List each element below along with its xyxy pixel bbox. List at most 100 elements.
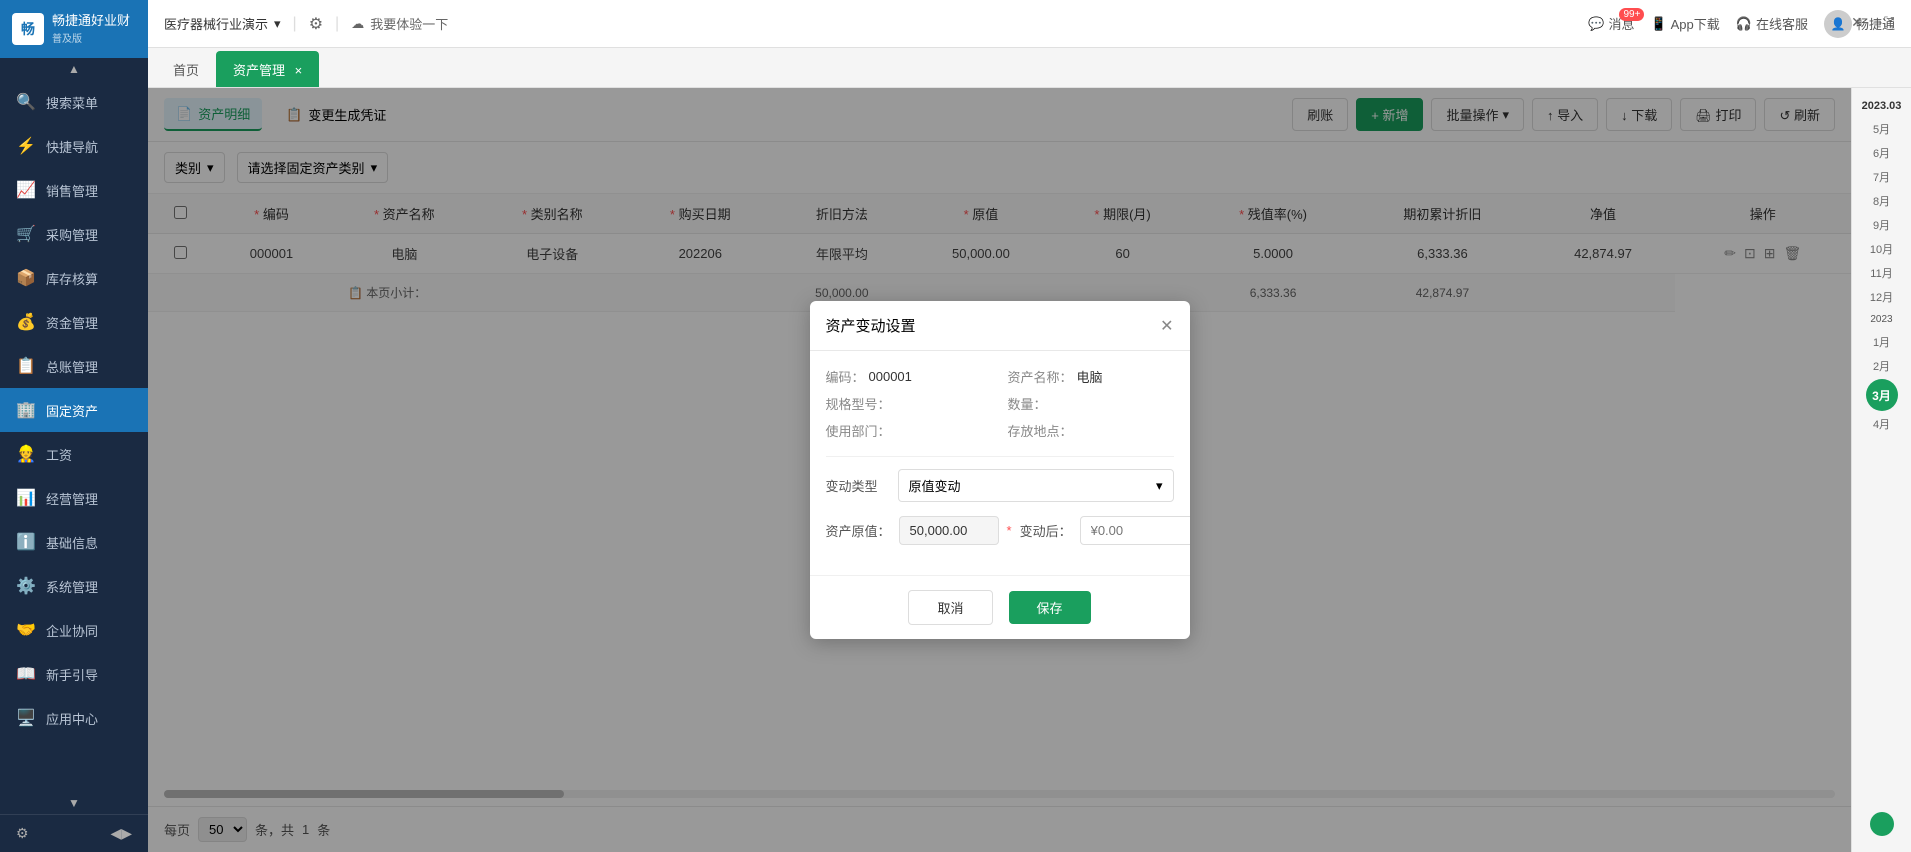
logo-icon: 畅 <box>12 13 44 45</box>
sidebar-item-label: 快捷导航 <box>46 137 98 156</box>
app-download-action[interactable]: 📱 App下载 <box>1650 14 1719 33</box>
company-selector[interactable]: 医疗器械行业演示 ▾ <box>164 14 281 33</box>
tab-close-icon[interactable]: × <box>295 63 303 78</box>
cloud-icon: ☁ <box>351 16 364 32</box>
right-calendar-panel: 2023.03 5月 6月 7月 8月 9月 10月 11月 12月 2023 … <box>1851 88 1911 852</box>
guide-icon: 📖 <box>16 664 36 684</box>
tab-home[interactable]: 首页 <box>156 51 216 87</box>
modal-location-label: 存放地点： <box>1008 421 1073 440</box>
modal-divider <box>826 456 1174 457</box>
sidebar-item-salary[interactable]: 👷 工资 <box>0 432 148 476</box>
sidebar-item-ledger[interactable]: 📋 总账管理 <box>0 344 148 388</box>
sidebar-item-sales[interactable]: 📈 销售管理 <box>0 168 148 212</box>
sidebar-item-label: 经营管理 <box>46 489 98 508</box>
sidebar-item-search[interactable]: 🔍 搜索菜单 <box>0 80 148 124</box>
cancel-button[interactable]: 取消 <box>908 590 992 625</box>
message-icon: 💬 <box>1588 16 1604 32</box>
modal-code-value: 000001 <box>869 369 912 384</box>
modal-body: 编码： 000001 资产名称： 电脑 规格型号： <box>810 351 1190 575</box>
sidebar-scroll-down[interactable]: ▼ <box>0 792 148 814</box>
modal-quantity-field: 数量： <box>1008 394 1174 413</box>
window-maximize-btn[interactable]: ⛶ <box>1875 8 1903 36</box>
change-type-row: 变动类型 原值变动 ▾ <box>826 469 1174 502</box>
calendar-month-2[interactable]: 2月 <box>1852 355 1911 377</box>
service-icon: 🎧 <box>1736 16 1752 32</box>
purchase-icon: 🛒 <box>16 224 36 244</box>
modal-department-label: 使用部门： <box>826 421 891 440</box>
app-download-label: App下载 <box>1671 14 1720 33</box>
scroll-indicator-dot <box>1870 812 1894 836</box>
salary-icon: 👷 <box>16 444 36 464</box>
calendar-month-4[interactable]: 4月 <box>1852 413 1911 435</box>
tab-asset-management[interactable]: 资产管理 × <box>216 51 319 87</box>
header-settings-icon[interactable]: ⚙ <box>309 14 323 34</box>
tab-asset-label: 资产管理 <box>233 63 285 78</box>
sidebar-scroll-up[interactable]: ▲ <box>0 58 148 80</box>
calendar-month-10[interactable]: 10月 <box>1852 238 1911 260</box>
calendar-month-1[interactable]: 1月 <box>1852 331 1911 353</box>
logo-edition: 普及版 <box>52 30 130 45</box>
calendar-month-7[interactable]: 7月 <box>1852 166 1911 188</box>
change-type-select[interactable]: 原值变动 ▾ <box>898 469 1174 502</box>
window-close-btn[interactable]: ✕ <box>1843 8 1871 36</box>
calendar-month-8[interactable]: 8月 <box>1852 190 1911 212</box>
sidebar-item-inventory[interactable]: 📦 库存核算 <box>0 256 148 300</box>
modal-name-value: 电脑 <box>1077 367 1103 386</box>
calendar-month-5[interactable]: 5月 <box>1852 118 1911 140</box>
experience-button[interactable]: ☁ 我要体验一下 <box>351 14 448 33</box>
sidebar-item-apps[interactable]: 🖥️ 应用中心 <box>0 696 148 740</box>
sidebar-item-system[interactable]: ⚙️ 系统管理 <box>0 564 148 608</box>
sidebar-item-label: 企业协同 <box>46 621 98 640</box>
calendar-year: 2023.03 <box>1862 96 1902 116</box>
top-header: 医疗器械行业演示 ▾ | ⚙ | ☁ 我要体验一下 💬 消息 99+ 📱 App… <box>148 0 1911 48</box>
sidebar-nav: 🔍 搜索菜单 ⚡ 快捷导航 📈 销售管理 🛒 采购管理 📦 库存核算 💰 资金管… <box>0 80 148 792</box>
after-change-input[interactable] <box>1080 516 1190 545</box>
sidebar-item-quicknav[interactable]: ⚡ 快捷导航 <box>0 124 148 168</box>
chevron-down-icon: ▾ <box>274 16 281 32</box>
calendar-month-9[interactable]: 9月 <box>1852 214 1911 236</box>
sidebar-item-basics[interactable]: ℹ️ 基础信息 <box>0 520 148 564</box>
sidebar-item-guide[interactable]: 📖 新手引导 <box>0 652 148 696</box>
basics-icon: ℹ️ <box>16 532 36 552</box>
modal-title: 资产变动设置 <box>826 315 916 336</box>
calendar-month-12[interactable]: 12月 <box>1852 286 1911 308</box>
sidebar-item-label: 基础信息 <box>46 533 98 552</box>
required-star: * <box>1007 523 1012 538</box>
sidebar-item-fixed-assets[interactable]: 🏢 固定资产 <box>0 388 148 432</box>
sidebar-item-cooperation[interactable]: 🤝 企业协同 <box>0 608 148 652</box>
calendar-month-3-active[interactable]: 3月 <box>1866 379 1898 411</box>
sidebar-logo: 畅 畅捷通好业财 普及版 <box>0 0 148 58</box>
window-controls: ✕ ⛶ <box>1835 0 1911 44</box>
modal-close-btn[interactable]: ✕ <box>1160 316 1173 336</box>
change-type-label: 变动类型 <box>826 476 878 495</box>
logo-title: 畅捷通好业财 <box>52 13 130 30</box>
search-icon: 🔍 <box>16 92 36 112</box>
collapse-icon[interactable]: ◀▶ <box>110 825 132 842</box>
separator2: | <box>335 15 339 33</box>
change-type-value: 原值变动 <box>909 476 961 495</box>
sidebar-item-label: 库存核算 <box>46 269 98 288</box>
save-button[interactable]: 保存 <box>1009 591 1091 624</box>
online-service-action[interactable]: 🎧 在线客服 <box>1736 14 1808 33</box>
sales-icon: 📈 <box>16 180 36 200</box>
modal-quantity-label: 数量： <box>1008 394 1047 413</box>
content-area: 📄 资产明细 📋 变更生成凭证 刷账 + 新增 批量操作 ▾ ↑ <box>148 88 1911 852</box>
sidebar-item-management[interactable]: 📊 经营管理 <box>0 476 148 520</box>
sidebar-item-label: 工资 <box>46 445 72 464</box>
settings-gear-icon[interactable]: ⚙ <box>16 825 29 842</box>
messages-action[interactable]: 💬 消息 99+ <box>1588 14 1634 33</box>
sidebar-item-purchase[interactable]: 🛒 采购管理 <box>0 212 148 256</box>
calendar-month-6[interactable]: 6月 <box>1852 142 1911 164</box>
modal-overlay: 资产变动设置 ✕ 编码： 000001 资产名称： 电脑 <box>148 88 1851 852</box>
modal-name-field: 资产名称： 电脑 <box>1008 367 1174 386</box>
calendar-month-11[interactable]: 11月 <box>1852 262 1911 284</box>
sidebar-item-capital[interactable]: 💰 资金管理 <box>0 300 148 344</box>
sidebar: 畅 畅捷通好业财 普及版 ▲ 🔍 搜索菜单 ⚡ 快捷导航 📈 销售管理 🛒 采购… <box>0 0 148 852</box>
modal-name-label: 资产名称： <box>1008 367 1073 386</box>
sidebar-item-label: 总账管理 <box>46 357 98 376</box>
modal-department-field: 使用部门： <box>826 421 992 440</box>
sidebar-item-label: 采购管理 <box>46 225 98 244</box>
sidebar-item-label: 应用中心 <box>46 709 98 728</box>
capital-icon: 💰 <box>16 312 36 332</box>
modal-code-label: 编码： <box>826 367 865 386</box>
